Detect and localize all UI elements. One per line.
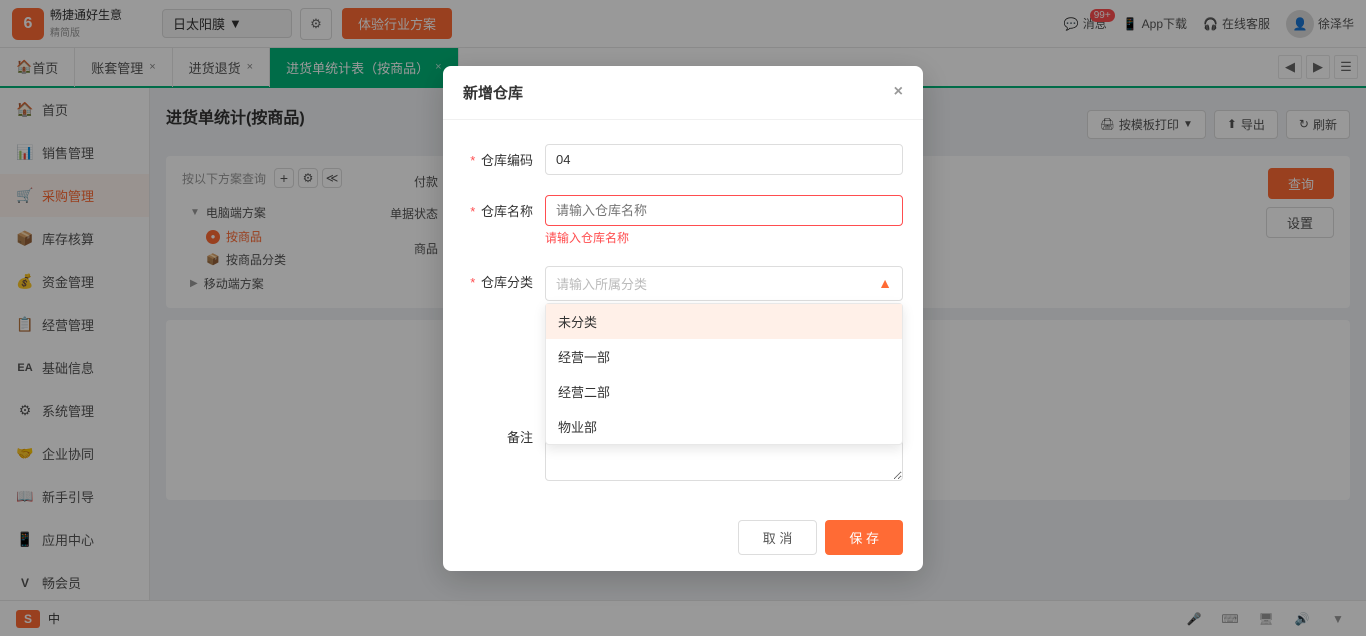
warehouse-modal: 新增仓库 × * 仓库编码 * 仓库名称 xyxy=(443,66,923,571)
category-dropdown: 未分类 经营一部 经营二部 物业部 xyxy=(545,303,903,445)
form-row-category: * 仓库分类 请输入所属分类 ▲ 未分类 经营一部 经营二部 物业部 xyxy=(463,266,903,301)
dropdown-item-ops1[interactable]: 经营一部 xyxy=(546,339,902,374)
category-field: 请输入所属分类 ▲ 未分类 经营一部 经营二部 物业部 xyxy=(545,266,903,301)
remark-label: 备注 xyxy=(463,421,533,446)
modal-title: 新增仓库 xyxy=(463,82,523,103)
code-input[interactable] xyxy=(545,144,903,175)
category-label: * 仓库分类 xyxy=(463,266,533,291)
required-mark: * xyxy=(470,153,475,168)
form-row-code: * 仓库编码 xyxy=(463,144,903,175)
modal-header: 新增仓库 × xyxy=(443,66,923,120)
form-row-name: * 仓库名称 请输入仓库名称 xyxy=(463,195,903,246)
save-button[interactable]: 保 存 xyxy=(825,520,903,555)
modal-overlay[interactable]: 新增仓库 × * 仓库编码 * 仓库名称 xyxy=(0,0,1366,636)
code-field xyxy=(545,144,903,175)
dropdown-item-property[interactable]: 物业部 xyxy=(546,409,902,444)
name-field: 请输入仓库名称 xyxy=(545,195,903,246)
name-error-tip: 请输入仓库名称 xyxy=(545,229,903,246)
dropdown-item-uncategorized[interactable]: 未分类 xyxy=(546,304,902,339)
required-mark: * xyxy=(470,275,475,290)
modal-footer: 取 消 保 存 xyxy=(443,504,923,571)
cancel-button[interactable]: 取 消 xyxy=(738,520,818,555)
category-select[interactable]: 请输入所属分类 ▲ xyxy=(545,266,903,301)
name-label: * 仓库名称 xyxy=(463,195,533,220)
name-input[interactable] xyxy=(545,195,903,226)
required-mark: * xyxy=(470,204,475,219)
chevron-up-icon: ▲ xyxy=(878,275,892,291)
modal-close-button[interactable]: × xyxy=(894,83,903,101)
dropdown-item-ops2[interactable]: 经营二部 xyxy=(546,374,902,409)
code-label: * 仓库编码 xyxy=(463,144,533,169)
modal-body: * 仓库编码 * 仓库名称 请输入仓库名称 xyxy=(443,120,923,484)
